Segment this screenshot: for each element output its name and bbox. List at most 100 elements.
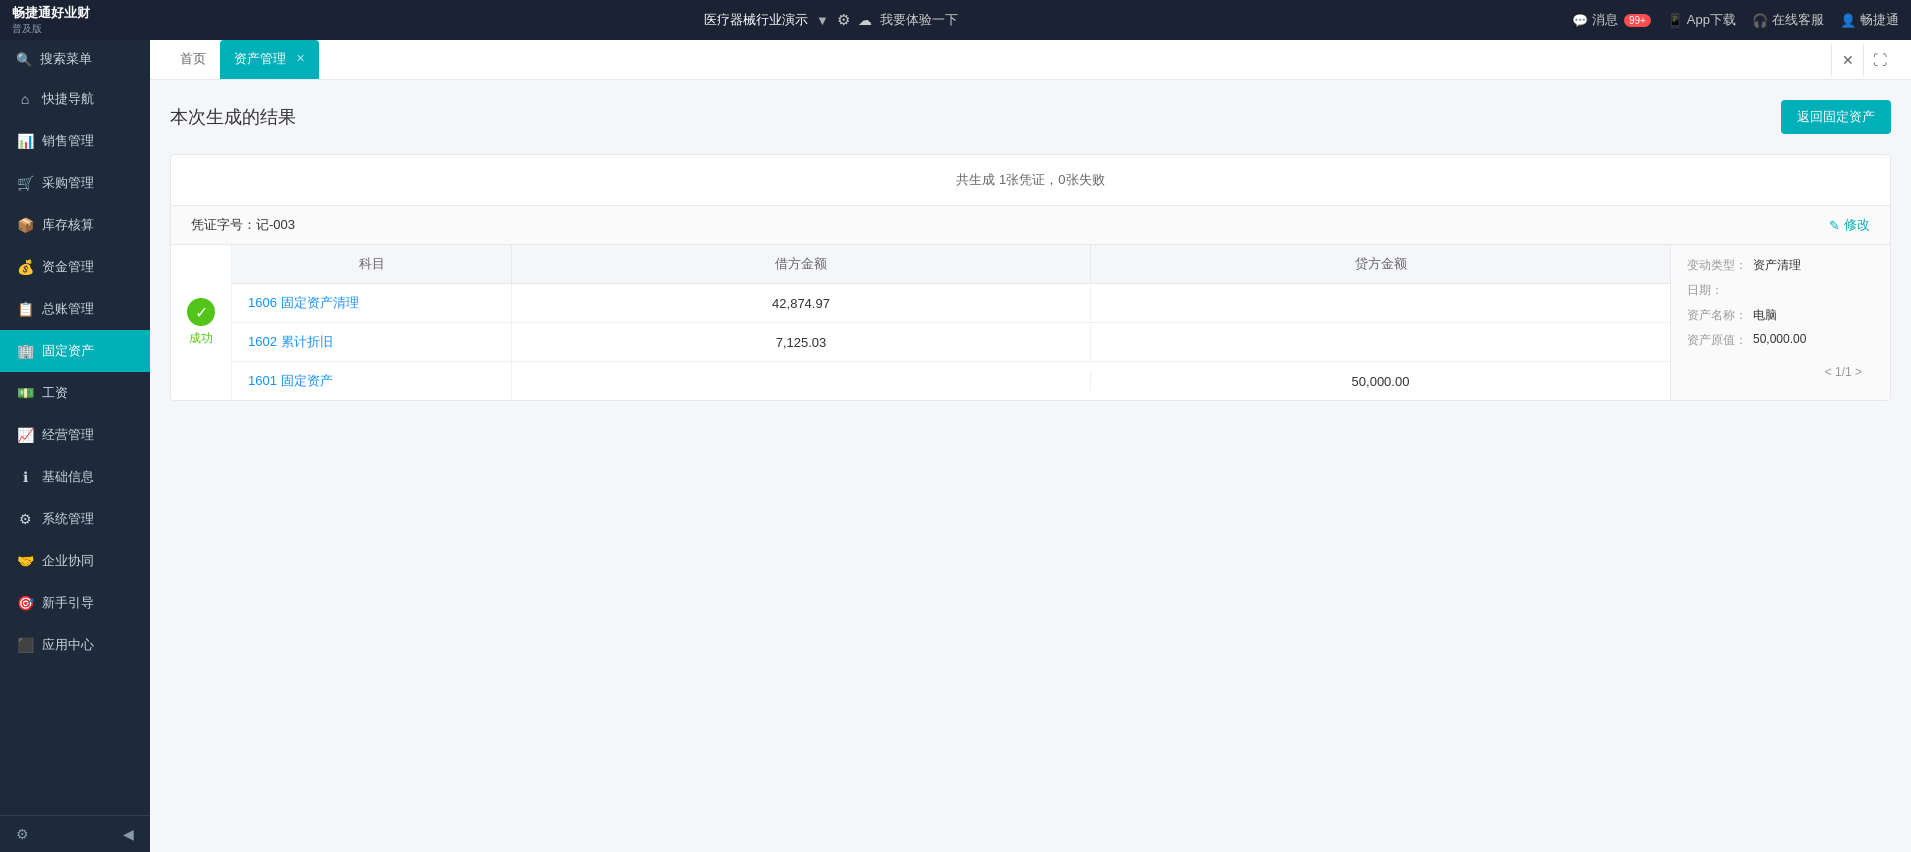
sidebar-label-basic-info: 基础信息 [42, 468, 94, 486]
subject-1606[interactable]: 1606 固定资产清理 [232, 284, 512, 322]
header-right: 💬 消息 99+ 📱 App下载 🎧 在线客服 👤 畅捷通 [1572, 11, 1899, 29]
collapse-icon[interactable]: ◀ [123, 826, 134, 842]
info-row-asset-value: 资产原值： 50,000.00 [1687, 332, 1874, 349]
settings-icon[interactable]: ⚙ [837, 11, 850, 29]
cloud-icon: ☁ [858, 12, 872, 28]
page-title: 本次生成的结果 [170, 105, 296, 129]
edit-label: 修改 [1844, 216, 1870, 234]
table-header: 科目 借方金额 贷方金额 [232, 245, 1670, 284]
purchase-icon: 🛒 [16, 175, 34, 191]
message-icon: 💬 [1572, 13, 1588, 28]
sidebar-search[interactable]: 🔍 搜索菜单 [0, 40, 150, 78]
edit-button[interactable]: ✎ 修改 [1829, 216, 1870, 234]
system-icon: ⚙ [16, 511, 34, 527]
info-panel: 变动类型： 资产清理 日期： 资产名称： 电脑 [1670, 245, 1890, 400]
search-icon: 🔍 [16, 52, 32, 67]
message-label: 消息 [1592, 11, 1618, 29]
user-icon: 👤 [1840, 13, 1856, 28]
th-subject: 科目 [232, 245, 512, 283]
dropdown-icon[interactable]: ▼ [816, 13, 829, 28]
voucher-section: 凭证字号：记-003 ✎ 修改 ✓ 成功 [171, 206, 1890, 400]
enterprise-icon: 🤝 [16, 553, 34, 569]
sidebar-item-payroll[interactable]: 💵 工资 [0, 372, 150, 414]
credit-1606 [1091, 293, 1670, 313]
sidebar-label-sales: 销售管理 [42, 132, 94, 150]
sales-icon: 📊 [16, 133, 34, 149]
service-icon: 🎧 [1752, 13, 1768, 28]
info-row-change-type: 变动类型： 资产清理 [1687, 257, 1874, 274]
status-cell: ✓ 成功 [171, 245, 232, 400]
sidebar-label-operations: 经营管理 [42, 426, 94, 444]
tab-asset-mgmt-close[interactable]: ✕ [296, 52, 305, 65]
app-download-icon: 📱 [1667, 13, 1683, 28]
ledger-icon: 📋 [16, 301, 34, 317]
app-center-icon: ⬛ [16, 637, 34, 653]
expand-panel-button[interactable]: ⛶ [1863, 44, 1895, 76]
sidebar-label-system: 系统管理 [42, 510, 94, 528]
voucher-table: 科目 借方金额 贷方金额 1606 固定资产清理 42,874.97 [232, 245, 1670, 400]
subject-1601[interactable]: 1601 固定资产 [232, 362, 512, 400]
payroll-icon: 💵 [16, 385, 34, 401]
voucher-body: ✓ 成功 科目 借方金额 贷方金额 [171, 245, 1890, 400]
tab-asset-mgmt[interactable]: 资产管理 ✕ [220, 40, 319, 79]
asset-value-label: 资产原值： [1687, 332, 1747, 349]
sidebar-label-fixed-assets: 固定资产 [42, 342, 94, 360]
table-row: 1606 固定资产清理 42,874.97 [232, 284, 1670, 323]
logo-sub: 普及版 [12, 22, 42, 36]
pagination[interactable]: < 1/1 > [1687, 357, 1874, 387]
return-button[interactable]: 返回固定资产 [1781, 100, 1891, 134]
funds-icon: 💰 [16, 259, 34, 275]
sidebar-item-general-ledger[interactable]: 📋 总账管理 [0, 288, 150, 330]
message-action[interactable]: 💬 消息 99+ [1572, 11, 1651, 29]
experience-label[interactable]: 我要体验一下 [880, 11, 958, 29]
result-panel: 共生成 1张凭证，0张失败 凭证字号：记-003 ✎ 修改 [170, 154, 1891, 401]
th-credit: 贷方金额 [1091, 245, 1670, 283]
tab-actions: ✕ ⛶ [1831, 44, 1895, 76]
change-type-label: 变动类型： [1687, 257, 1747, 274]
settings-bottom-icon[interactable]: ⚙ [16, 826, 29, 842]
result-summary: 共生成 1张凭证，0张失败 [171, 155, 1890, 206]
th-debit: 借方金额 [512, 245, 1091, 283]
online-service-label: 在线客服 [1772, 11, 1824, 29]
debit-1606: 42,874.97 [512, 286, 1091, 321]
asset-name-value: 电脑 [1753, 307, 1777, 324]
subject-1602[interactable]: 1602 累计折旧 [232, 323, 512, 361]
asset-name-label: 资产名称： [1687, 307, 1747, 324]
sidebar-label-funds: 资金管理 [42, 258, 94, 276]
app-download-action[interactable]: 📱 App下载 [1667, 11, 1736, 29]
sidebar-label-enterprise: 企业协同 [42, 552, 94, 570]
sidebar-item-guide[interactable]: 🎯 新手引导 [0, 582, 150, 624]
logo-area: 畅捷通好业财 普及版 [12, 4, 90, 36]
sidebar-item-operations[interactable]: 📈 经营管理 [0, 414, 150, 456]
operations-icon: 📈 [16, 427, 34, 443]
asset-value-value: 50,000.00 [1753, 332, 1806, 346]
voucher-number: 凭证字号：记-003 [191, 216, 295, 234]
sidebar-item-app-center[interactable]: ⬛ 应用中心 [0, 624, 150, 666]
sidebar-item-funds[interactable]: 💰 资金管理 [0, 246, 150, 288]
sidebar-item-quick-nav[interactable]: ⌂ 快捷导航 [0, 78, 150, 120]
tab-home[interactable]: 首页 [166, 40, 220, 79]
sidebar-item-inventory[interactable]: 📦 库存核算 [0, 204, 150, 246]
sidebar-label-quick-nav: 快捷导航 [42, 90, 94, 108]
page-title-bar: 本次生成的结果 返回固定资产 [170, 100, 1891, 134]
sidebar-item-enterprise[interactable]: 🤝 企业协同 [0, 540, 150, 582]
content-wrapper: 首页 资产管理 ✕ ✕ ⛶ 本次生成的结果 返回固定资产 共生成 1张凭证，0张… [150, 40, 1911, 852]
sidebar-label-inventory: 库存核算 [42, 216, 94, 234]
search-label: 搜索菜单 [40, 50, 92, 68]
online-service-action[interactable]: 🎧 在线客服 [1752, 11, 1824, 29]
sidebar-item-sales[interactable]: 📊 销售管理 [0, 120, 150, 162]
sidebar-label-purchase: 采购管理 [42, 174, 94, 192]
tab-home-label: 首页 [180, 50, 206, 68]
edit-icon: ✎ [1829, 218, 1840, 233]
close-panel-button[interactable]: ✕ [1831, 44, 1863, 76]
sidebar-item-basic-info[interactable]: ℹ 基础信息 [0, 456, 150, 498]
user-action[interactable]: 👤 畅捷通 [1840, 11, 1899, 29]
sidebar-item-system[interactable]: ⚙ 系统管理 [0, 498, 150, 540]
user-label: 畅捷通 [1860, 11, 1899, 29]
info-row-asset-name: 资产名称： 电脑 [1687, 307, 1874, 324]
basic-info-icon: ℹ [16, 469, 34, 485]
table-row: 1602 累计折旧 7,125.03 [232, 323, 1670, 362]
sidebar-item-purchase[interactable]: 🛒 采购管理 [0, 162, 150, 204]
sidebar-item-fixed-assets[interactable]: 🏢 固定资产 [0, 330, 150, 372]
main-layout: 🔍 搜索菜单 ⌂ 快捷导航 📊 销售管理 🛒 采购管理 📦 库存核算 💰 资金管… [0, 40, 1911, 852]
